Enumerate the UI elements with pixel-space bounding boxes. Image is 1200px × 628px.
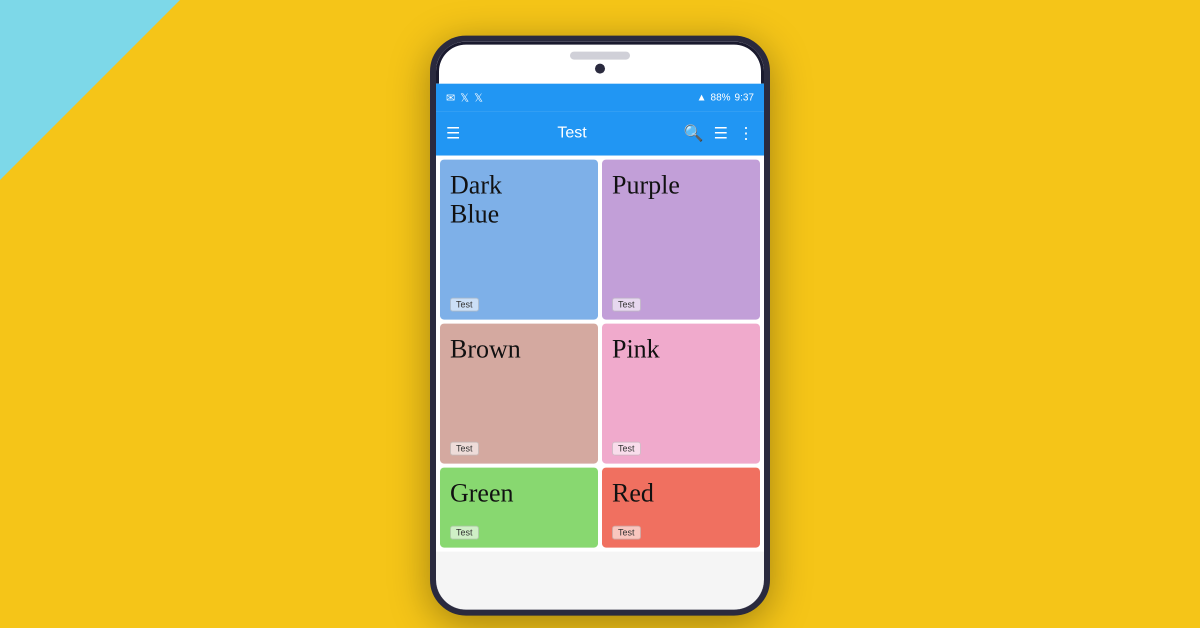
- card-pink-badge: Test: [612, 442, 641, 456]
- card-green-badge: Test: [450, 526, 479, 540]
- status-right-info: ▲ 88% 9:37: [697, 92, 754, 103]
- card-dark-blue-title: DarkBlue: [450, 172, 588, 229]
- card-pink[interactable]: Pink Test: [602, 324, 760, 464]
- phone-speaker: [570, 52, 630, 60]
- twitter-icon-1: 𝕏: [460, 91, 469, 104]
- menu-icon[interactable]: ☰: [446, 124, 460, 144]
- card-brown-title: Brown: [450, 336, 588, 365]
- card-red[interactable]: Red Test: [602, 468, 760, 548]
- card-red-title: Red: [612, 480, 750, 509]
- card-purple[interactable]: Purple Test: [602, 160, 760, 320]
- status-bar: ✉ 𝕏 𝕏 ▲ 88% 9:37: [436, 84, 764, 112]
- color-card-grid: DarkBlue Test Purple Test Brown Test Pin…: [436, 156, 764, 552]
- phone-mockup: ✉ 𝕏 𝕏 ▲ 88% 9:37 ☰ Test 🔍 ☰ ⋮: [430, 36, 770, 616]
- card-purple-badge: Test: [612, 298, 641, 312]
- card-green-title: Green: [450, 480, 588, 509]
- message-icon: ✉: [446, 91, 455, 104]
- search-icon[interactable]: 🔍: [684, 124, 704, 144]
- clock: 9:37: [735, 92, 754, 103]
- battery-percent: 88%: [711, 92, 731, 103]
- phone-body: ✉ 𝕏 𝕏 ▲ 88% 9:37 ☰ Test 🔍 ☰ ⋮: [430, 36, 770, 616]
- card-green[interactable]: Green Test: [440, 468, 598, 548]
- app-bar: ☰ Test 🔍 ☰ ⋮: [436, 112, 764, 156]
- background-corner: [0, 0, 180, 180]
- phone-camera: [595, 64, 605, 74]
- list-view-icon[interactable]: ☰: [714, 124, 728, 144]
- card-pink-title: Pink: [612, 336, 750, 365]
- card-dark-blue[interactable]: DarkBlue Test: [440, 160, 598, 320]
- wifi-icon: ▲: [697, 92, 707, 103]
- app-bar-actions: 🔍 ☰ ⋮: [684, 124, 754, 144]
- more-options-icon[interactable]: ⋮: [738, 124, 754, 144]
- phone-screen: ✉ 𝕏 𝕏 ▲ 88% 9:37 ☰ Test 🔍 ☰ ⋮: [436, 84, 764, 610]
- card-dark-blue-badge: Test: [450, 298, 479, 312]
- card-purple-title: Purple: [612, 172, 750, 201]
- status-left-icons: ✉ 𝕏 𝕏: [446, 91, 483, 104]
- card-brown-badge: Test: [450, 442, 479, 456]
- twitter-icon-2: 𝕏: [474, 91, 483, 104]
- card-red-badge: Test: [612, 526, 641, 540]
- card-brown[interactable]: Brown Test: [440, 324, 598, 464]
- app-title: Test: [470, 125, 673, 143]
